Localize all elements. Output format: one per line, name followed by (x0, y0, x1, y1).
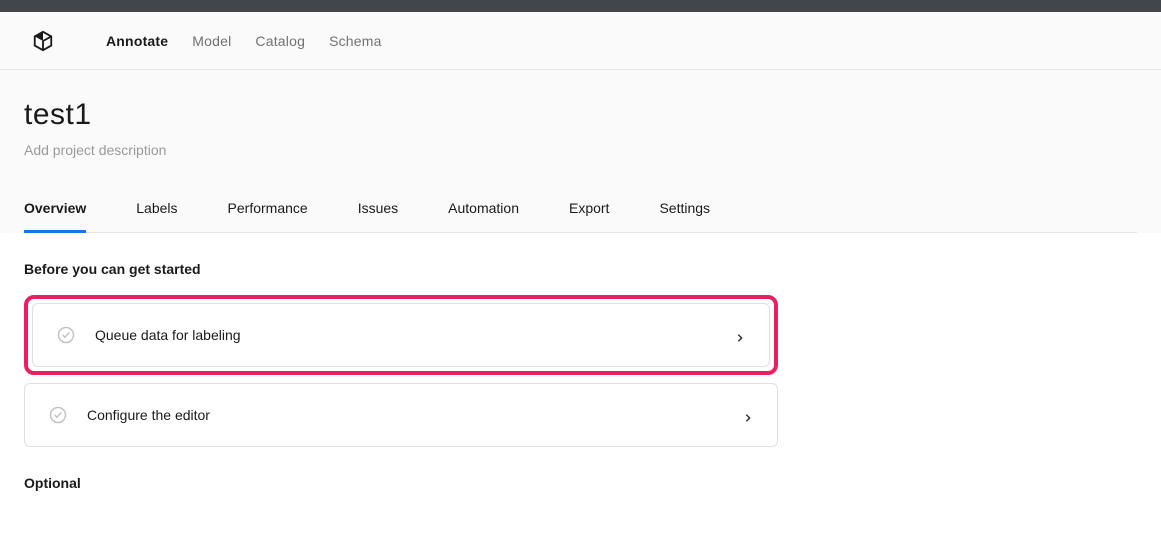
window-top-bar (0, 0, 1161, 12)
chevron-right-icon (735, 330, 745, 340)
tab-settings[interactable]: Settings (659, 200, 710, 233)
card-queue-data-label: Queue data for labeling (95, 327, 735, 343)
tab-performance[interactable]: Performance (228, 200, 308, 233)
tab-export[interactable]: Export (569, 200, 609, 233)
nav-model[interactable]: Model (192, 33, 231, 49)
card-queue-data[interactable]: Queue data for labeling (32, 303, 770, 367)
main-header: Annotate Model Catalog Schema (0, 12, 1161, 70)
nav-schema[interactable]: Schema (329, 33, 382, 49)
main-content: Before you can get started Queue data fo… (0, 233, 1161, 537)
project-description-placeholder[interactable]: Add project description (24, 142, 1137, 158)
card-configure-editor[interactable]: Configure the editor (24, 383, 778, 447)
nav-annotate[interactable]: Annotate (106, 33, 168, 49)
highlight-frame: Queue data for labeling (24, 295, 778, 375)
project-title: test1 (24, 98, 1137, 132)
app-logo[interactable] (32, 30, 54, 52)
tab-issues[interactable]: Issues (358, 200, 398, 233)
check-circle-icon (49, 406, 67, 424)
cube-icon (32, 30, 54, 52)
tab-labels[interactable]: Labels (136, 200, 177, 233)
section-optional-title: Optional (24, 475, 1137, 491)
project-sub-tabs: Overview Labels Performance Issues Autom… (24, 200, 1137, 233)
chevron-right-icon (743, 410, 753, 420)
check-circle-icon (57, 326, 75, 344)
card-configure-editor-label: Configure the editor (87, 407, 743, 423)
nav-catalog[interactable]: Catalog (255, 33, 305, 49)
top-nav: Annotate Model Catalog Schema (106, 33, 382, 49)
section-before-start-title: Before you can get started (24, 261, 1137, 277)
tab-overview[interactable]: Overview (24, 200, 86, 233)
project-header-area: test1 Add project description Overview L… (0, 70, 1161, 233)
tab-automation[interactable]: Automation (448, 200, 519, 233)
